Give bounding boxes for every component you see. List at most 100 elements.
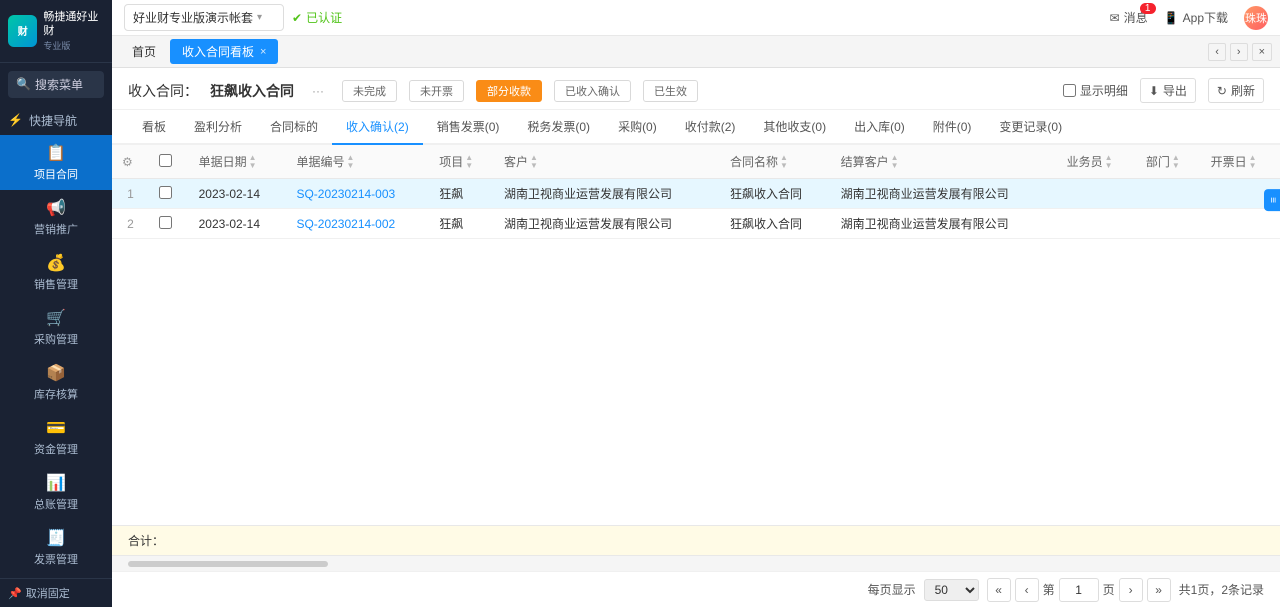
show-detail-input[interactable] [1063,84,1076,97]
tab-prev-button[interactable]: ‹ [1208,43,1226,61]
export-button[interactable]: ⬇ 导出 [1140,78,1196,103]
row-checkbox[interactable] [149,209,189,239]
subtab-payment[interactable]: 收付款(2) [671,110,750,145]
sidebar-item-purchase[interactable]: 🛒 采购管理 [0,300,112,355]
show-detail-checkbox[interactable]: 显示明细 [1063,82,1128,99]
row-checkbox[interactable] [149,179,189,209]
page-total-info: 共1页，2条记录 [1179,581,1264,598]
purchase-icon: 🛒 [46,308,66,328]
messages-button[interactable]: ✉ 消息 1 [1110,9,1148,26]
data-table: ⚙ 单据日期 ▲▼ 单据编号 [112,145,1280,239]
tab-close-button[interactable]: × [1252,43,1272,61]
status-uninvoiced[interactable]: 未开票 [409,80,464,102]
sidebar-item-sales[interactable]: 💰 销售管理 [0,245,112,300]
table-row[interactable]: 1 2023-02-14 SQ-20230214-003 狂飙 湖南卫视商业运营… [112,179,1280,209]
sidebar-item-contract[interactable]: 📋 项目合同 [0,135,112,190]
main-content: 好业财专业版演示帐套 ▾ ✔ 已认证 ✉ 消息 1 📱 App下载 珠珠 首页 [112,0,1280,607]
col-settlement-customer[interactable]: 结算客户 ▲▼ [831,145,1057,179]
subtab-sales-invoice[interactable]: 销售发票(0) [423,110,514,145]
status-confirmed[interactable]: 已收入确认 [554,80,631,102]
col-salesperson[interactable]: 业务员 ▲▼ [1057,145,1136,179]
per-page-label: 每页显示 [868,581,916,598]
page-input[interactable] [1059,578,1099,602]
dept-sort[interactable]: ▲▼ [1172,154,1180,170]
contract-title-label: 收入合同： [128,81,198,101]
subtab-purchase[interactable]: 采购(0) [604,110,671,145]
sidebar-search[interactable]: 🔍 搜索菜单 [0,63,112,106]
col-date[interactable]: 单据日期 ▲▼ [189,145,287,179]
row-customer: 湖南卫视商业运营发展有限公司 [494,209,720,239]
sidebar-item-inventory[interactable]: 📦 库存核算 [0,355,112,410]
row-id[interactable]: SQ-20230214-003 [286,179,429,209]
table-row[interactable]: 2 2023-02-14 SQ-20230214-002 狂飙 湖南卫视商业运营… [112,209,1280,239]
row-dept [1136,179,1201,209]
right-panel-indicator[interactable]: ≡ [1264,189,1280,211]
last-page-button[interactable]: » [1147,578,1171,602]
tab-income-contract[interactable]: 收入合同看板 × [170,39,278,64]
status-partial[interactable]: 部分收款 [476,80,542,102]
col-settings[interactable]: ⚙ [112,145,149,179]
tab-home[interactable]: 首页 [120,39,168,64]
search-icon: 🔍 [16,77,31,91]
status-active[interactable]: 已生效 [643,80,698,102]
subtab-subject[interactable]: 合同标的 [256,110,332,145]
subtab-inout-stock[interactable]: 出入库(0) [840,110,919,145]
search-menu-button[interactable]: 🔍 搜索菜单 [8,71,104,98]
tab-close-icon[interactable]: × [260,46,266,58]
subtab-income-confirm[interactable]: 收入确认(2) [332,110,423,145]
refresh-button[interactable]: ↻ 刷新 [1208,78,1264,103]
col-department[interactable]: 部门 ▲▼ [1136,145,1201,179]
tabbar: 首页 收入合同看板 × ‹ › × [112,36,1280,68]
subtab-attachment[interactable]: 附件(0) [919,110,986,145]
row-settlement: 湖南卫视商业运营发展有限公司 [831,209,1057,239]
unpin-button[interactable]: 📌 取消固定 [0,578,112,607]
prev-page-button[interactable]: ‹ [1015,578,1039,602]
sidebar-item-funds[interactable]: 💳 资金管理 [0,410,112,465]
contract-sort[interactable]: ▲▼ [780,154,788,170]
avatar: 珠珠 [1244,6,1268,30]
col-invoice-date[interactable]: 开票日 ▲▼ [1201,145,1280,179]
sidebar-item-ledger[interactable]: 📊 总账管理 [0,465,112,520]
invoice-date-sort[interactable]: ▲▼ [1249,154,1257,170]
tab-next-button[interactable]: › [1230,43,1248,61]
sidebar-item-invoice[interactable]: 🧾 发票管理 [0,520,112,575]
id-sort[interactable]: ▲▼ [346,154,354,170]
col-contract[interactable]: 合同名称 ▲▼ [720,145,831,179]
col-checkbox[interactable] [149,145,189,179]
select-all-checkbox[interactable] [159,154,172,167]
next-page-button[interactable]: › [1119,578,1143,602]
tab-nav-buttons: ‹ › × [1208,43,1272,61]
subtab-profit[interactable]: 盈利分析 [180,110,256,145]
date-sort[interactable]: ▲▼ [249,154,257,170]
app-download-button[interactable]: 📱 App下载 [1164,9,1228,26]
user-menu[interactable]: 珠珠 [1244,6,1268,30]
inventory-icon: 📦 [46,363,66,383]
row-salesperson [1057,179,1136,209]
col-project[interactable]: 项目 ▲▼ [429,145,494,179]
subtab-change-record[interactable]: 变更记录(0) [985,110,1076,145]
more-button[interactable]: ··· [306,82,330,100]
sidebar-item-marketing[interactable]: 📢 营销推广 [0,190,112,245]
quick-nav-button[interactable]: ⚡ 快捷导航 [0,106,112,135]
status-incomplete[interactable]: 未完成 [342,80,397,102]
salesperson-sort[interactable]: ▲▼ [1105,154,1113,170]
table-wrap: ⚙ 单据日期 ▲▼ 单据编号 [112,145,1280,525]
project-sort[interactable]: ▲▼ [465,154,473,170]
scroll-thumb[interactable] [128,561,328,567]
page-label2: 页 [1103,581,1115,598]
row-contract: 狂飙收入合同 [720,179,831,209]
scroll-area[interactable] [112,555,1280,571]
col-customer[interactable]: 客户 ▲▼ [494,145,720,179]
first-page-button[interactable]: « [987,578,1011,602]
row-date: 2023-02-14 [189,209,287,239]
customer-sort[interactable]: ▲▼ [530,154,538,170]
row-id[interactable]: SQ-20230214-002 [286,209,429,239]
subtab-other-income[interactable]: 其他收支(0) [749,110,840,145]
col-id[interactable]: 单据编号 ▲▼ [286,145,429,179]
subtab-board[interactable]: 看板 [128,110,180,145]
per-page-select[interactable]: 50 100 200 [924,579,979,601]
settlement-sort[interactable]: ▲▼ [891,154,899,170]
column-settings-icon[interactable]: ⚙ [122,155,133,169]
company-selector[interactable]: 好业财专业版演示帐套 ▾ [124,4,284,31]
subtab-tax-invoice[interactable]: 税务发票(0) [513,110,604,145]
